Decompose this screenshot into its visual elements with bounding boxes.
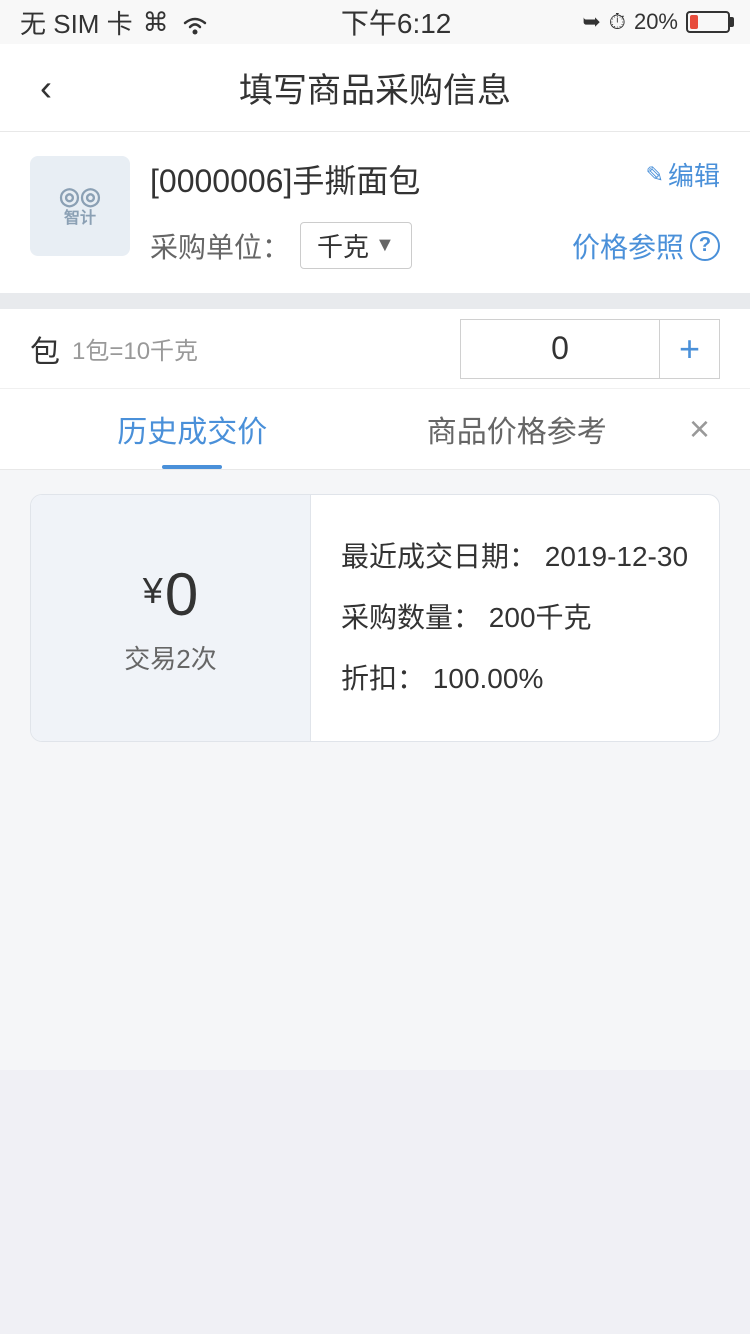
price-card-left: ¥ 0 交易2次 [31,495,311,741]
trade-count: 交易2次 [124,639,216,676]
back-button[interactable]: ‹ [30,57,62,119]
signal-text: 无 SIM 卡 [20,4,133,41]
edit-label: 编辑 [668,156,720,193]
battery-icon [686,11,730,33]
price-amount: ¥ 0 [143,560,198,629]
product-info: [0000006]手撕面包 ✎ 编辑 采购单位： 千克 ▼ 价格参照 ? [150,156,720,269]
status-left: 无 SIM 卡 ⌘ [20,4,210,41]
location-icon: ➥ [582,9,600,35]
price-ref-button[interactable]: 价格参照 ? [572,226,720,266]
nav-bar: ‹ 填写商品采购信息 [0,44,750,132]
quantity-hint: 1包=10千克 [72,331,198,366]
quantity-section: 包 1包=10千克 0 + [0,309,750,389]
purchase-qty-value: 200千克 [489,602,592,633]
quantity-label: 包 1包=10千克 [30,327,198,371]
product-section: ◎◎ 智计 [0000006]手撕面包 ✎ 编辑 采购单位： 千克 ▼ [0,132,750,293]
owl-brand-text: 智计 [64,211,96,227]
discount-label: 折扣： [341,663,425,694]
price-ref-label: 价格参照 [572,226,684,266]
tab-history-label: 历史成交价 [117,407,267,451]
quantity-unit: 包 [30,327,60,371]
recent-date-row: 最近成交日期： 2019-12-30 [341,535,689,580]
quantity-control: 0 + [460,319,720,379]
purchase-qty-row: 采购数量： 200千克 [341,596,689,641]
tab-price-ref[interactable]: 商品价格参考 [354,389,678,469]
discount-row: 折扣： 100.00% [341,657,689,702]
price-value: 0 [165,560,198,629]
unit-label: 采购单位： 千克 ▼ [150,222,412,269]
price-card: ¥ 0 交易2次 最近成交日期： 2019-12-30 采购数量： 200千克 … [30,494,720,742]
tab-price-ref-label: 商品价格参考 [427,407,607,451]
unit-value: 千克 [317,227,369,264]
status-time: 下午6:12 [341,2,452,42]
product-logo: ◎◎ 智计 [59,185,101,227]
recent-date-value: 2019-12-30 [545,541,688,572]
history-section: ¥ 0 交易2次 最近成交日期： 2019-12-30 采购数量： 200千克 … [0,470,750,1070]
alarm-icon: ⏱ [609,9,626,35]
edit-button[interactable]: ✎ 编辑 [646,156,720,193]
product-thumbnail: ◎◎ 智计 [30,156,130,256]
unit-select[interactable]: 千克 ▼ [300,222,412,269]
edit-icon: ✎ [646,162,664,188]
tab-section: 历史成交价 商品价格参考 × [0,389,750,470]
question-icon: ? [690,231,720,261]
status-bar: 无 SIM 卡 ⌘ 下午6:12 ➥ ⏱ 20% [0,0,750,44]
product-name: [0000006]手撕面包 [150,156,420,202]
unit-dropdown-arrow: ▼ [375,234,395,257]
currency-symbol: ¥ [143,570,163,612]
battery-pct: 20% [634,9,678,35]
status-right: ➥ ⏱ 20% [582,9,730,35]
tab-close-button[interactable]: × [679,401,720,457]
wifi-icon: ⌘ [143,7,210,38]
purchase-qty-label: 采购数量： [341,602,481,633]
section-divider [0,293,750,309]
quantity-plus-button[interactable]: + [660,319,720,379]
recent-date-label: 最近成交日期： [341,541,537,572]
quantity-input[interactable]: 0 [460,319,660,379]
tab-bar: 历史成交价 商品价格参考 × [0,389,750,469]
page-title: 填写商品采购信息 [239,63,511,112]
price-card-right: 最近成交日期： 2019-12-30 采购数量： 200千克 折扣： 100.0… [311,495,719,741]
unit-label-text: 采购单位： [150,226,290,266]
owl-eyes-icon: ◎◎ [59,185,101,209]
tab-history-price[interactable]: 历史成交价 [30,389,354,469]
discount-value: 100.00% [433,663,544,694]
